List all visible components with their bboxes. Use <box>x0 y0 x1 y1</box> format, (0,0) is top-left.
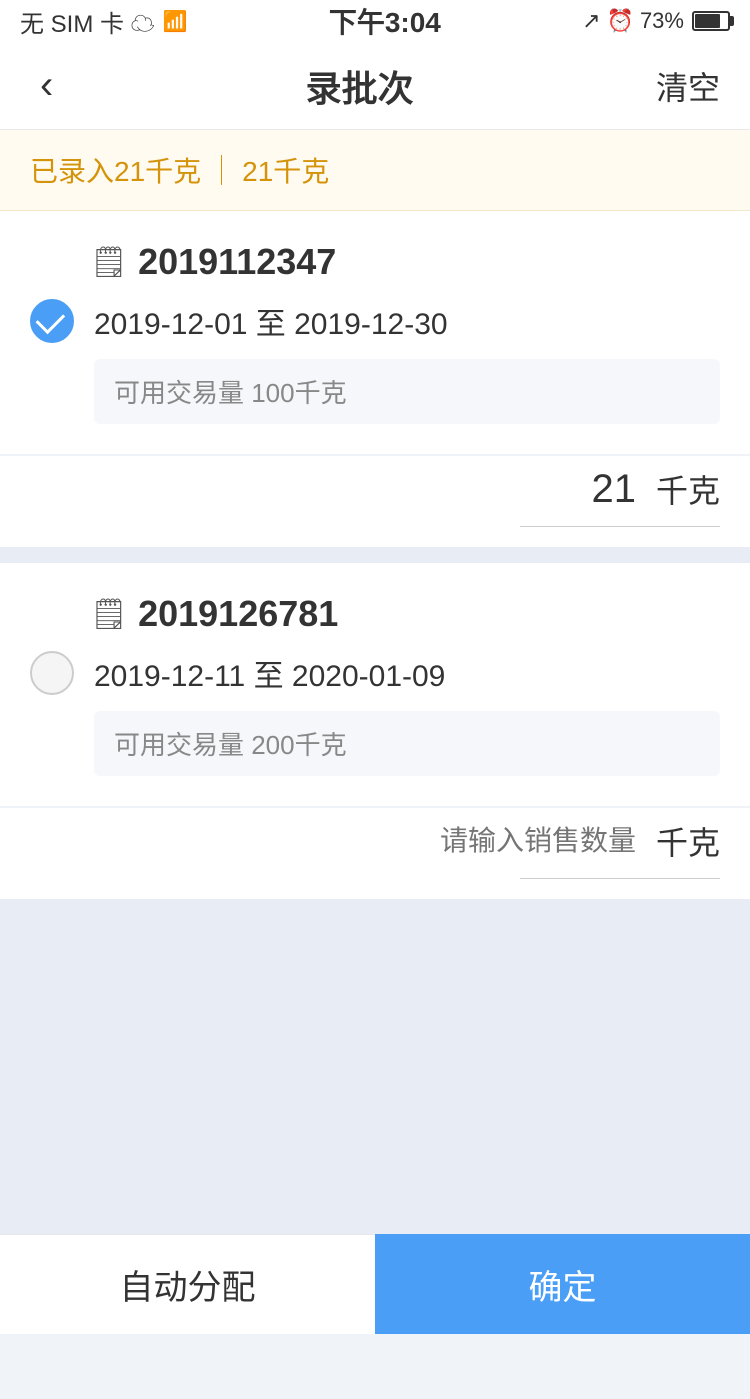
recorded-qty-label: 已录入21千克 <box>30 150 201 190</box>
page-title: 录批次 <box>306 60 414 112</box>
batch1-date-row: 2019-12-01 至 2019-12-30 <box>30 299 720 343</box>
wifi-icon: 📶 <box>163 9 188 34</box>
battery-icon <box>692 11 730 31</box>
batch1-available-qty: 可用交易量 100千克 <box>94 359 720 424</box>
batch1-qty-row: 千克 <box>0 456 750 526</box>
clear-button[interactable]: 清空 <box>656 63 720 109</box>
batch1-number: 2019112347 <box>138 241 336 283</box>
bottom-bar: 自动分配 确定 <box>0 1234 750 1334</box>
total-qty-label: 21千克 <box>242 150 329 190</box>
batch1-header: 🗒 2019112347 <box>30 241 720 283</box>
status-bar: 无 SIM 卡 ☁ 📶 下午3:04 ↗ ⏰ 73% <box>0 0 750 42</box>
batch2-header: 🗒 2019126781 <box>30 593 720 635</box>
batch1-icon: 🗒 <box>90 245 128 280</box>
batch2-icon: 🗒 <box>90 597 128 632</box>
info-divider <box>221 155 222 185</box>
status-right: ↗ ⏰ 73% <box>582 8 730 34</box>
location-icon: ↗ <box>582 8 600 34</box>
batch2-unit: 千克 <box>656 818 720 864</box>
batch2-date: 2019-12-11 至 2020-01-09 <box>94 651 445 695</box>
batch1-radio[interactable] <box>30 299 74 343</box>
batch2-card: 🗒 2019126781 2019-12-11 至 2020-01-09 可用交… <box>0 563 750 806</box>
status-time: 下午3:04 <box>329 1 441 41</box>
batch1-date: 2019-12-01 至 2019-12-30 <box>94 299 448 343</box>
confirm-button[interactable]: 确定 <box>375 1234 750 1334</box>
nav-bar: ‹ 录批次 清空 <box>0 42 750 130</box>
batch1-unit: 千克 <box>656 466 720 512</box>
batch2-radio[interactable] <box>30 651 74 695</box>
batch1-card: 🗒 2019112347 2019-12-01 至 2019-12-30 可用交… <box>0 211 750 454</box>
back-button[interactable]: ‹ <box>30 53 63 118</box>
battery-percent: 73% <box>640 8 684 34</box>
no-sim-label: 无 SIM 卡 ☁ <box>20 4 155 39</box>
alarm-icon: ⏰ <box>607 8 634 34</box>
info-banner: 已录入21千克 21千克 <box>0 130 750 211</box>
status-left: 无 SIM 卡 ☁ 📶 <box>20 4 188 39</box>
batch1-qty-input[interactable] <box>536 467 636 512</box>
batch2-qty-row: 千克 <box>0 808 750 878</box>
batch2-available-qty: 可用交易量 200千克 <box>94 711 720 776</box>
batch2-qty-input[interactable] <box>336 825 636 857</box>
batch2-number: 2019126781 <box>138 593 338 635</box>
batch2-date-row: 2019-12-11 至 2020-01-09 <box>30 651 720 695</box>
auto-distribute-button[interactable]: 自动分配 <box>0 1234 375 1334</box>
section-divider <box>0 547 750 563</box>
